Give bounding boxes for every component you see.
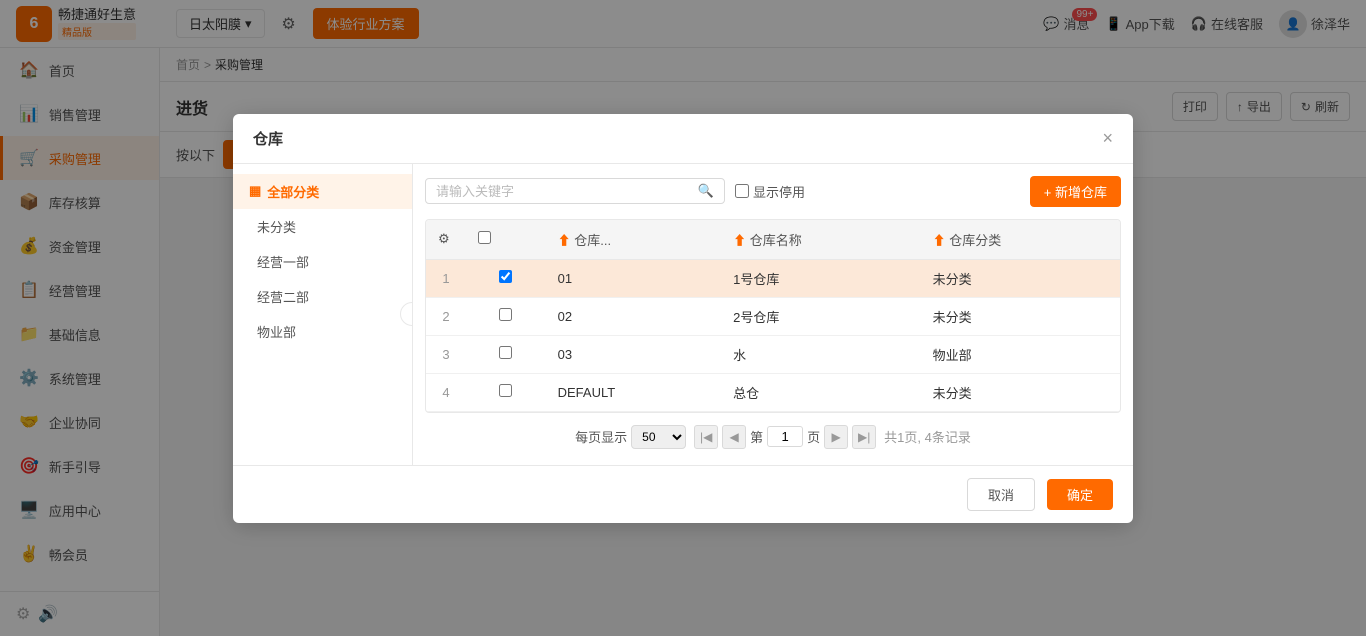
modal-left-panel: ▦ 全部分类 未分类 经营一部 经营二部 物业部 《 bbox=[233, 164, 413, 465]
category-all[interactable]: ▦ 全部分类 bbox=[233, 174, 412, 209]
row-index: 4 bbox=[426, 373, 466, 411]
row-name: 水 bbox=[721, 335, 920, 373]
page-total: 共1页, 4条记录 bbox=[884, 427, 971, 446]
search-icon: 🔍 bbox=[698, 183, 714, 199]
show-disabled-checkbox[interactable] bbox=[735, 184, 749, 198]
col-category: ⬆ 仓库分类 bbox=[921, 220, 1120, 260]
warehouse-modal: 仓库 × ▦ 全部分类 未分类 经营一部 经营二部 物业部 《 bbox=[233, 114, 1133, 523]
settings-icon: ⚙ bbox=[438, 231, 450, 246]
next-page-btn[interactable]: ▶ bbox=[824, 425, 848, 449]
modal-table: ⚙ ⬆ 仓库... ⬆ 仓库名称 ⬆ 仓库分类 1 01 1号仓库 未分类 2 bbox=[425, 219, 1121, 413]
table-row: 2 02 2号仓库 未分类 bbox=[426, 297, 1120, 335]
category-item-property[interactable]: 物业部 bbox=[233, 314, 412, 349]
row-code: 03 bbox=[546, 335, 722, 373]
row-category: 未分类 bbox=[921, 297, 1120, 335]
table-row: 4 DEFAULT 总仓 未分类 bbox=[426, 373, 1120, 411]
modal-search-bar: 🔍 显示停用 + 新增仓库 bbox=[425, 176, 1121, 207]
per-page-select[interactable]: 50 20 100 bbox=[631, 425, 686, 449]
modal-footer: 取消 确定 bbox=[233, 465, 1133, 523]
modal-title: 仓库 bbox=[253, 128, 283, 149]
row-checkbox[interactable] bbox=[466, 373, 546, 411]
sort-icon-cat: ⬆ bbox=[933, 233, 946, 248]
col-select bbox=[466, 220, 546, 260]
show-disabled-label: 显示停用 bbox=[735, 182, 805, 201]
row-name: 1号仓库 bbox=[721, 259, 920, 297]
category-item-dept1[interactable]: 经营一部 bbox=[233, 244, 412, 279]
first-page-btn[interactable]: |◀ bbox=[694, 425, 718, 449]
table-header-row: ⚙ ⬆ 仓库... ⬆ 仓库名称 ⬆ 仓库分类 bbox=[426, 220, 1120, 260]
modal-header: 仓库 × bbox=[233, 114, 1133, 164]
row-code: 02 bbox=[546, 297, 722, 335]
last-page-btn[interactable]: ▶| bbox=[852, 425, 876, 449]
search-input-wrap: 🔍 bbox=[425, 178, 725, 204]
pagination: 每页显示 50 20 100 |◀ ◀ 第 页 ▶ bbox=[425, 413, 1121, 453]
col-settings: ⚙ bbox=[426, 220, 466, 260]
row-code: DEFAULT bbox=[546, 373, 722, 411]
row-index: 1 bbox=[426, 259, 466, 297]
grid-icon: ▦ bbox=[249, 183, 261, 199]
modal-close-button[interactable]: × bbox=[1102, 129, 1113, 147]
modal-body: ▦ 全部分类 未分类 经营一部 经营二部 物业部 《 🔍 bbox=[233, 164, 1133, 465]
per-page-selector: 每页显示 50 20 100 bbox=[575, 425, 686, 449]
col-name: ⬆ 仓库名称 bbox=[721, 220, 920, 260]
sort-icon-name: ⬆ bbox=[733, 233, 746, 248]
row-category: 未分类 bbox=[921, 259, 1120, 297]
page-number-input[interactable] bbox=[767, 426, 803, 447]
category-item-unclassified[interactable]: 未分类 bbox=[233, 209, 412, 244]
row-category: 物业部 bbox=[921, 335, 1120, 373]
select-all-checkbox[interactable] bbox=[478, 231, 491, 244]
cancel-button[interactable]: 取消 bbox=[967, 478, 1035, 511]
row-checkbox[interactable] bbox=[466, 297, 546, 335]
sort-icon-code: ⬆ bbox=[558, 233, 571, 248]
search-input[interactable] bbox=[436, 184, 698, 199]
table-row: 1 01 1号仓库 未分类 bbox=[426, 259, 1120, 297]
row-index: 2 bbox=[426, 297, 466, 335]
prev-page-btn[interactable]: ◀ bbox=[722, 425, 746, 449]
row-index: 3 bbox=[426, 335, 466, 373]
row-name: 2号仓库 bbox=[721, 297, 920, 335]
row-category: 未分类 bbox=[921, 373, 1120, 411]
category-item-dept2[interactable]: 经营二部 bbox=[233, 279, 412, 314]
confirm-button[interactable]: 确定 bbox=[1047, 479, 1113, 510]
col-code: ⬆ 仓库... bbox=[546, 220, 722, 260]
row-checkbox[interactable] bbox=[466, 259, 546, 297]
page-nav: |◀ ◀ 第 页 ▶ ▶| bbox=[694, 425, 876, 449]
add-warehouse-button[interactable]: + 新增仓库 bbox=[1030, 176, 1121, 207]
row-name: 总仓 bbox=[721, 373, 920, 411]
row-code: 01 bbox=[546, 259, 722, 297]
category-all-label: 全部分类 bbox=[267, 182, 319, 201]
row-checkbox[interactable] bbox=[466, 335, 546, 373]
table-row: 3 03 水 物业部 bbox=[426, 335, 1120, 373]
modal-right-panel: 🔍 显示停用 + 新增仓库 ⚙ bbox=[413, 164, 1133, 465]
modal-overlay: 仓库 × ▦ 全部分类 未分类 经营一部 经营二部 物业部 《 bbox=[0, 0, 1366, 636]
